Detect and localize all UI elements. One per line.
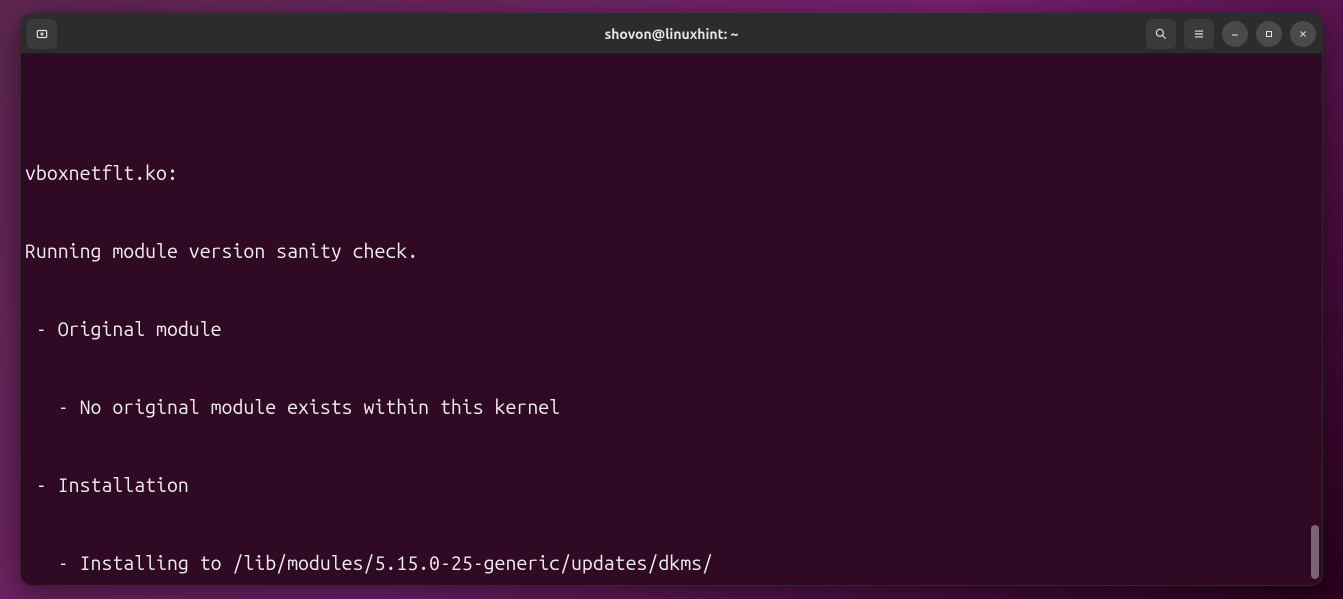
terminal-window: shovon@linuxhint: ~ vboxnetflt.ko: Runni… [20,13,1323,586]
output-line: - Installation [25,472,1318,498]
search-button[interactable] [1146,19,1176,49]
titlebar: shovon@linuxhint: ~ [21,14,1322,54]
output-line: - No original module exists within this … [25,394,1318,420]
close-button[interactable] [1290,21,1316,47]
search-icon [1154,27,1168,41]
output-line: Running module version sanity check. [25,238,1318,264]
hamburger-menu-button[interactable] [1184,19,1214,49]
new-tab-icon [35,27,49,41]
maximize-icon [1263,28,1275,40]
hamburger-icon [1192,27,1206,41]
output-line: - Installing to /lib/modules/5.15.0-25-g… [25,550,1318,576]
window-title: shovon@linuxhint: ~ [21,26,1322,42]
close-icon [1297,28,1309,40]
new-tab-button[interactable] [27,19,57,49]
terminal-output: vboxnetflt.ko: Running module version sa… [25,108,1318,585]
output-line: - Original module [25,316,1318,342]
terminal-body[interactable]: vboxnetflt.ko: Running module version sa… [21,54,1322,585]
output-line: vboxnetflt.ko: [25,160,1318,186]
minimize-icon [1229,28,1241,40]
minimize-button[interactable] [1222,21,1248,47]
maximize-button[interactable] [1256,21,1282,47]
scrollbar-thumb[interactable] [1311,525,1319,579]
